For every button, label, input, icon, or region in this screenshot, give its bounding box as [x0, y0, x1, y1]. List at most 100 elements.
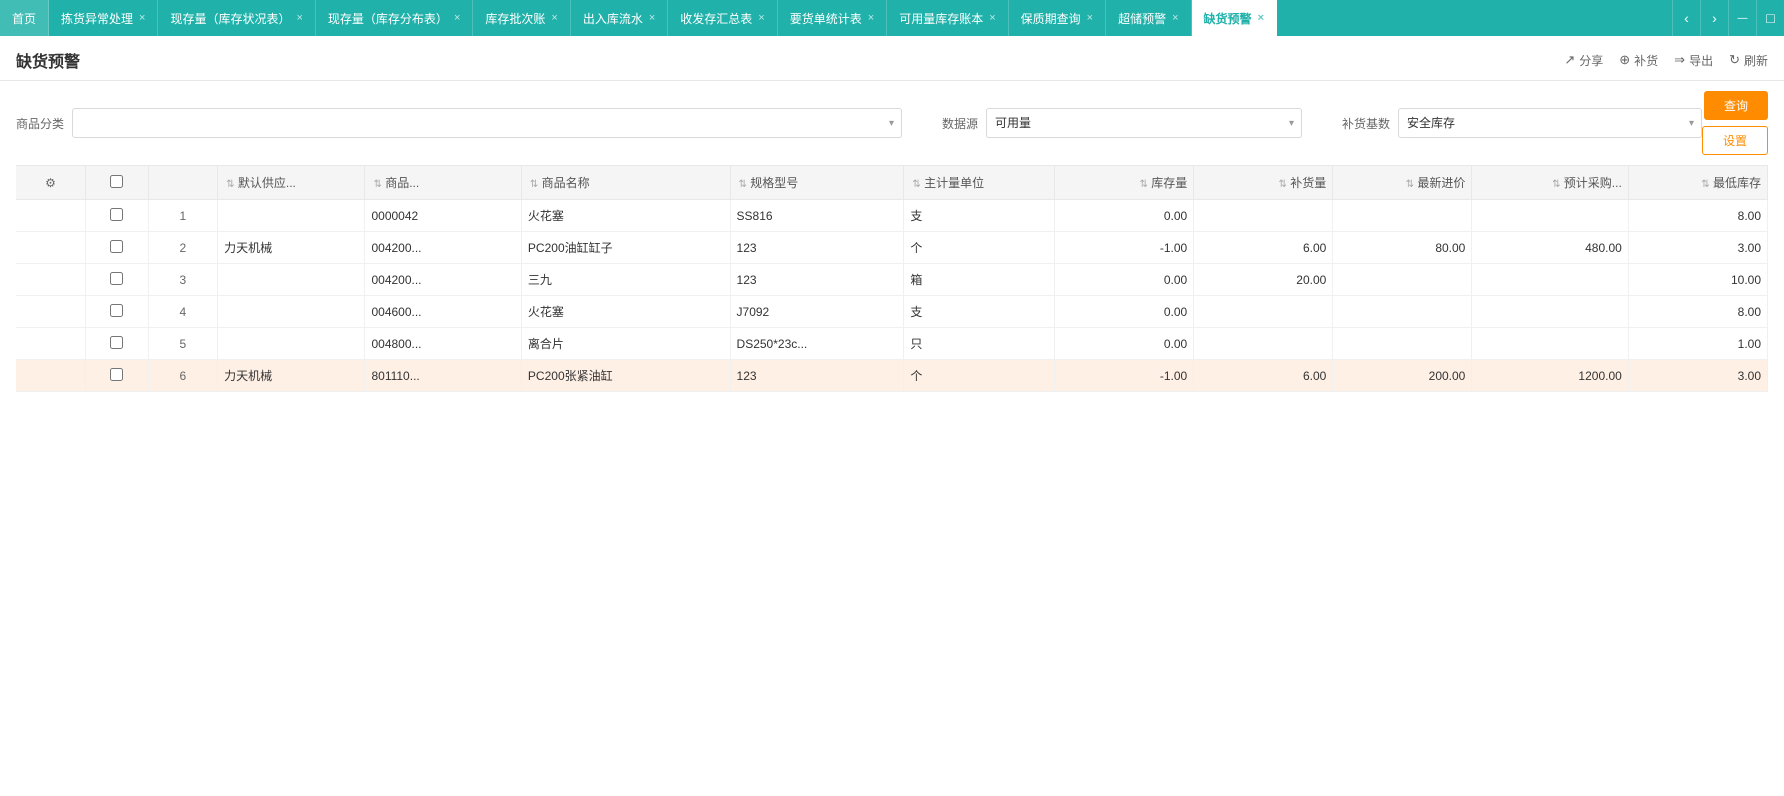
filter-section: 商品分类 ▾ 数据源 可用量 库存量 ▾ 补货基数	[0, 81, 1784, 165]
tab-close-inout-flow[interactable]: ×	[649, 12, 655, 24]
settings-button[interactable]: 设置	[1702, 126, 1768, 155]
row-latest-price-0	[1333, 200, 1472, 232]
row-latest-price-5: 200.00	[1333, 360, 1472, 392]
tab-bar: 首页 拣货异常处理 × 现存量（库存状况表） × 现存量（库存分布表） × 库存…	[0, 0, 1784, 36]
datasource-filter-group: 数据源 可用量 库存量 ▾	[942, 108, 1302, 138]
tab-close-shortage[interactable]: ×	[1258, 12, 1264, 24]
sort-latest-price-icon[interactable]: ⇅	[1406, 179, 1414, 190]
export-icon: ⇒	[1674, 52, 1685, 68]
row-min-stock-5: 3.00	[1628, 360, 1767, 392]
row-no-2: 3	[148, 264, 218, 296]
row-checkbox-4[interactable]	[110, 336, 123, 349]
row-checkbox-3[interactable]	[110, 304, 123, 317]
row-est-purchase-4	[1472, 328, 1628, 360]
th-product-id: ⇅ 商品...	[365, 166, 521, 200]
row-gear-cell-5	[16, 360, 86, 392]
restock-base-select-wrapper: 安全库存 最低库存 ▾	[1398, 108, 1702, 138]
tab-close-demand-stats[interactable]: ×	[868, 12, 874, 24]
restock-base-select[interactable]: 安全库存 最低库存	[1398, 108, 1702, 138]
tab-prev-btn[interactable]: ‹	[1672, 0, 1700, 36]
th-check	[86, 166, 149, 200]
row-latest-price-3	[1333, 296, 1472, 328]
category-select[interactable]	[72, 108, 902, 138]
tab-stock-status[interactable]: 现存量（库存状况表） ×	[158, 0, 315, 36]
row-product-name-4: 离合片	[521, 328, 730, 360]
tab-close-available-ledger[interactable]: ×	[989, 12, 995, 24]
tab-abnormal[interactable]: 拣货异常处理 ×	[49, 0, 158, 36]
row-est-purchase-3	[1472, 296, 1628, 328]
sort-product-name-icon[interactable]: ⇅	[530, 179, 538, 190]
sort-stock-icon[interactable]: ⇅	[1139, 179, 1147, 190]
refresh-button[interactable]: ↻ 刷新	[1729, 52, 1768, 69]
table-container: ⚙ ⇅ 默认供应... ⇅ 商品... ⇅	[0, 165, 1784, 392]
restock-base-filter-group: 补货基数 安全库存 最低库存 ▾	[1342, 108, 1702, 138]
row-product-id-5: 801110...	[365, 360, 521, 392]
select-all-checkbox[interactable]	[110, 175, 123, 188]
sort-product-id-icon[interactable]: ⇅	[373, 179, 381, 190]
row-spec-0: SS816	[730, 200, 904, 232]
tab-close-stock-status[interactable]: ×	[296, 12, 302, 24]
tab-nav-buttons: ‹ › — □	[1672, 0, 1784, 36]
tab-expiry-query[interactable]: 保质期查询 ×	[1009, 0, 1106, 36]
tab-overstock[interactable]: 超储预警 ×	[1106, 0, 1191, 36]
row-unit-1: 个	[904, 232, 1055, 264]
tab-receive-summary[interactable]: 收发存汇总表 ×	[668, 0, 777, 36]
row-check-cell-3	[86, 296, 149, 328]
category-filter-group: 商品分类 ▾	[16, 108, 902, 138]
row-checkbox-0[interactable]	[110, 208, 123, 221]
row-stock-4: 0.00	[1055, 328, 1194, 360]
row-no-3: 4	[148, 296, 218, 328]
table-row: 4 004600... 火花塞 J7092 支 0.00 8.00	[16, 296, 1768, 328]
tab-demand-stats[interactable]: 要货单统计表 ×	[778, 0, 887, 36]
tab-available-ledger[interactable]: 可用量库存账本 ×	[887, 0, 1008, 36]
row-check-cell-1	[86, 232, 149, 264]
tab-close-batch-ledger[interactable]: ×	[551, 12, 557, 24]
tab-inout-flow[interactable]: 出入库流水 ×	[571, 0, 668, 36]
tab-close-overstock[interactable]: ×	[1172, 12, 1178, 24]
restock-icon: ⊕	[1619, 52, 1630, 68]
row-no-5: 6	[148, 360, 218, 392]
tab-stock-dist[interactable]: 现存量（库存分布表） ×	[316, 0, 473, 36]
row-product-name-1: PC200油缸缸子	[521, 232, 730, 264]
row-stock-2: 0.00	[1055, 264, 1194, 296]
row-checkbox-2[interactable]	[110, 272, 123, 285]
refresh-icon: ↻	[1729, 52, 1740, 68]
row-stock-3: 0.00	[1055, 296, 1194, 328]
table-header-row: ⚙ ⇅ 默认供应... ⇅ 商品... ⇅	[16, 166, 1768, 200]
tab-next-btn[interactable]: ›	[1700, 0, 1728, 36]
tab-minimize-btn[interactable]: —	[1728, 0, 1756, 36]
sort-min-stock-icon[interactable]: ⇅	[1701, 179, 1709, 190]
tab-close-receive-summary[interactable]: ×	[758, 12, 764, 24]
sort-spec-icon[interactable]: ⇅	[739, 179, 747, 190]
share-button[interactable]: ↗ 分享	[1564, 52, 1603, 69]
row-est-purchase-1: 480.00	[1472, 232, 1628, 264]
tab-home[interactable]: 首页	[0, 0, 49, 36]
tab-shortage[interactable]: 缺货预警 ×	[1192, 0, 1277, 36]
sort-est-purchase-icon[interactable]: ⇅	[1552, 179, 1560, 190]
tab-close-expiry-query[interactable]: ×	[1087, 12, 1093, 24]
row-checkbox-5[interactable]	[110, 368, 123, 381]
column-settings-icon[interactable]: ⚙	[45, 176, 56, 190]
th-min-stock: ⇅ 最低库存	[1628, 166, 1767, 200]
table-row: 2 力天机械 004200... PC200油缸缸子 123 个 -1.00 6…	[16, 232, 1768, 264]
row-unit-3: 支	[904, 296, 1055, 328]
datasource-select[interactable]: 可用量 库存量	[986, 108, 1302, 138]
query-button[interactable]: 查询	[1704, 91, 1768, 120]
row-supplier-2	[218, 264, 365, 296]
row-check-cell-2	[86, 264, 149, 296]
tab-batch-ledger[interactable]: 库存批次账 ×	[473, 0, 570, 36]
sort-unit-icon[interactable]: ⇅	[912, 179, 920, 190]
sort-restock-icon[interactable]: ⇅	[1279, 179, 1287, 190]
tab-maximize-btn[interactable]: □	[1756, 0, 1784, 36]
row-est-purchase-5: 1200.00	[1472, 360, 1628, 392]
row-no-4: 5	[148, 328, 218, 360]
row-latest-price-4	[1333, 328, 1472, 360]
th-gear: ⚙	[16, 166, 86, 200]
tab-close-stock-dist[interactable]: ×	[454, 12, 460, 24]
row-checkbox-1[interactable]	[110, 240, 123, 253]
sort-supplier-icon[interactable]: ⇅	[226, 179, 234, 190]
export-button[interactable]: ⇒ 导出	[1674, 52, 1713, 69]
share-icon: ↗	[1564, 52, 1575, 68]
restock-button[interactable]: ⊕ 补货	[1619, 52, 1658, 69]
tab-close-abnormal[interactable]: ×	[139, 12, 145, 24]
